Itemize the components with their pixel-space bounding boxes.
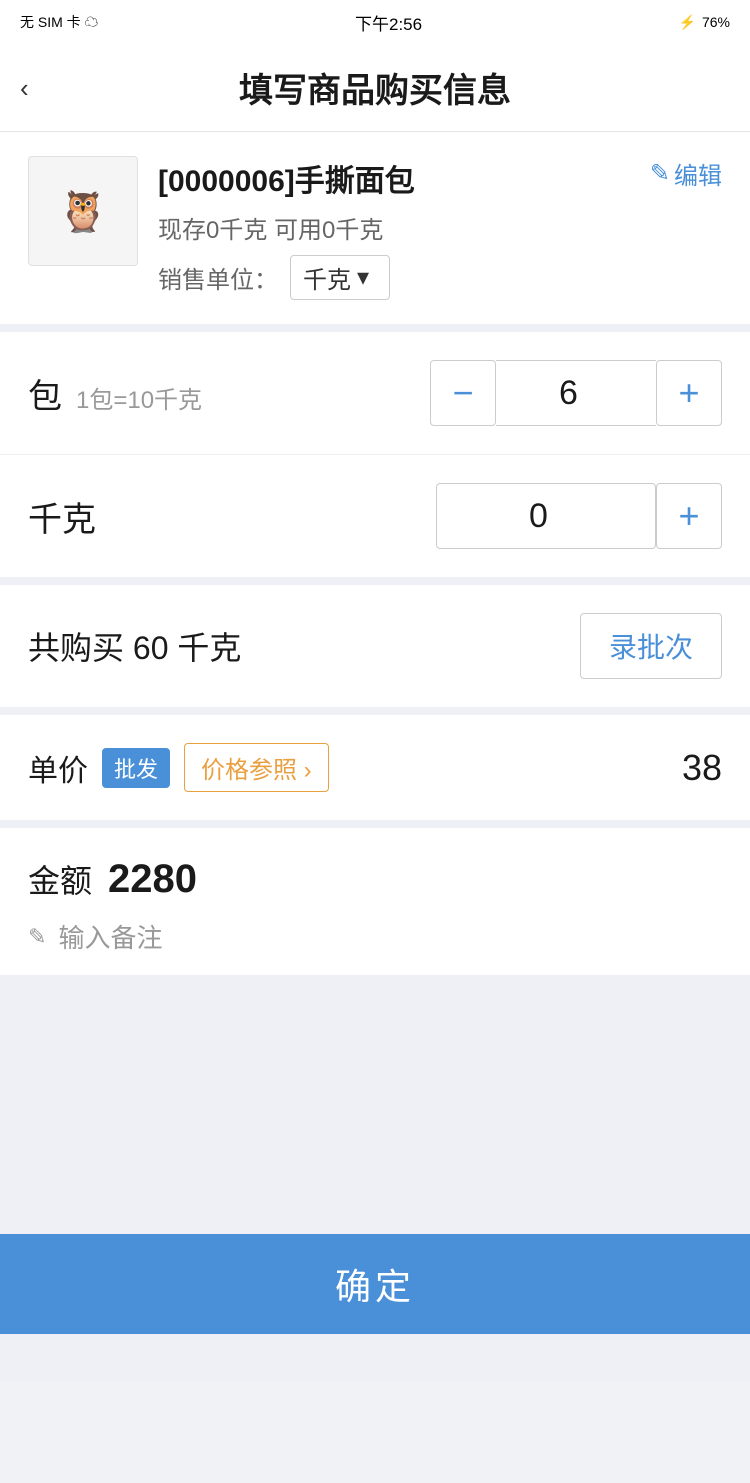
pack-sub: 1包=10千克 [76, 380, 202, 415]
confirm-button[interactable]: 确定 [0, 1234, 750, 1334]
pack-plus-button[interactable]: + [656, 360, 722, 426]
product-card: 🦉 [0000006]手撕面包 ✎ 编辑 现存0千克 可用0千克 销售单位： 千… [0, 132, 750, 332]
status-left: 无 SIM 卡 ☁ [20, 12, 99, 32]
pack-label: 包 [28, 369, 62, 418]
product-info: [0000006]手撕面包 ✎ 编辑 现存0千克 可用0千克 销售单位： 千克 … [158, 156, 722, 300]
product-stock: 现存0千克 可用0千克 [158, 210, 722, 245]
remark-placeholder: 输入备注 [58, 918, 162, 955]
page-title: 填写商品购买信息 [239, 63, 511, 112]
edit-icon: ✎ [650, 159, 670, 188]
edit-button[interactable]: ✎ 编辑 [650, 156, 722, 191]
price-section: 单价 批发 价格参照 › 38 [0, 715, 750, 828]
status-time: 下午2:56 [355, 10, 422, 35]
product-logo-icon: 🦉 [58, 188, 108, 235]
kg-label: 千克 [28, 492, 96, 541]
product-image: 🦉 [28, 156, 138, 266]
price-type-tag: 批发 [102, 748, 170, 788]
total-row: 共购买 60 千克 录批次 [0, 585, 750, 715]
pencil-icon: ✎ [28, 924, 46, 950]
price-ref-label: 价格参照 › [201, 750, 312, 785]
kg-control: + [436, 483, 722, 549]
price-label: 单价 [28, 746, 88, 790]
amount-row: 金额 2280 [28, 856, 722, 902]
price-ref-button[interactable]: 价格参照 › [184, 743, 329, 792]
price-value: 38 [682, 747, 722, 789]
back-button[interactable]: ‹ [20, 75, 29, 101]
kg-plus-button[interactable]: + [656, 483, 722, 549]
kg-row: 千克 + [0, 455, 750, 585]
status-bar: 无 SIM 卡 ☁ 下午2:56 ⚡ 76% [0, 0, 750, 44]
price-left: 单价 批发 价格参照 › [28, 743, 329, 792]
chevron-down-icon: ▾ [357, 263, 369, 292]
unit-value: 千克 [303, 260, 351, 295]
amount-section: 金额 2280 ✎ 输入备注 [0, 828, 750, 983]
pack-label-group: 包 1包=10千克 [28, 369, 202, 418]
kg-input[interactable] [436, 483, 656, 549]
edit-label: 编辑 [674, 156, 722, 191]
batch-button[interactable]: 录批次 [580, 613, 722, 679]
price-row: 单价 批发 价格参照 › 38 [0, 715, 750, 820]
nav-bar: ‹ 填写商品购买信息 [0, 44, 750, 132]
pack-minus-button[interactable]: − [430, 360, 496, 426]
kg-label-group: 千克 [28, 492, 96, 541]
battery-level: 76% [702, 14, 730, 30]
amount-value: 2280 [108, 857, 197, 902]
pack-row: 包 1包=10千克 − + [0, 332, 750, 455]
unit-label: 销售单位： [158, 260, 278, 295]
product-header: [0000006]手撕面包 ✎ 编辑 [158, 156, 722, 200]
status-right: ⚡ 76% [679, 14, 730, 31]
battery-icon: ⚡ [679, 14, 696, 31]
product-name: [0000006]手撕面包 [158, 156, 650, 200]
product-unit-row: 销售单位： 千克 ▾ [158, 255, 722, 300]
pack-control: − + [430, 360, 722, 426]
total-label: 共购买 60 千克 [28, 623, 241, 669]
amount-label: 金额 [28, 856, 92, 902]
unit-select[interactable]: 千克 ▾ [290, 255, 390, 300]
pack-input[interactable] [496, 360, 656, 426]
remark-row[interactable]: ✎ 输入备注 [28, 918, 722, 955]
